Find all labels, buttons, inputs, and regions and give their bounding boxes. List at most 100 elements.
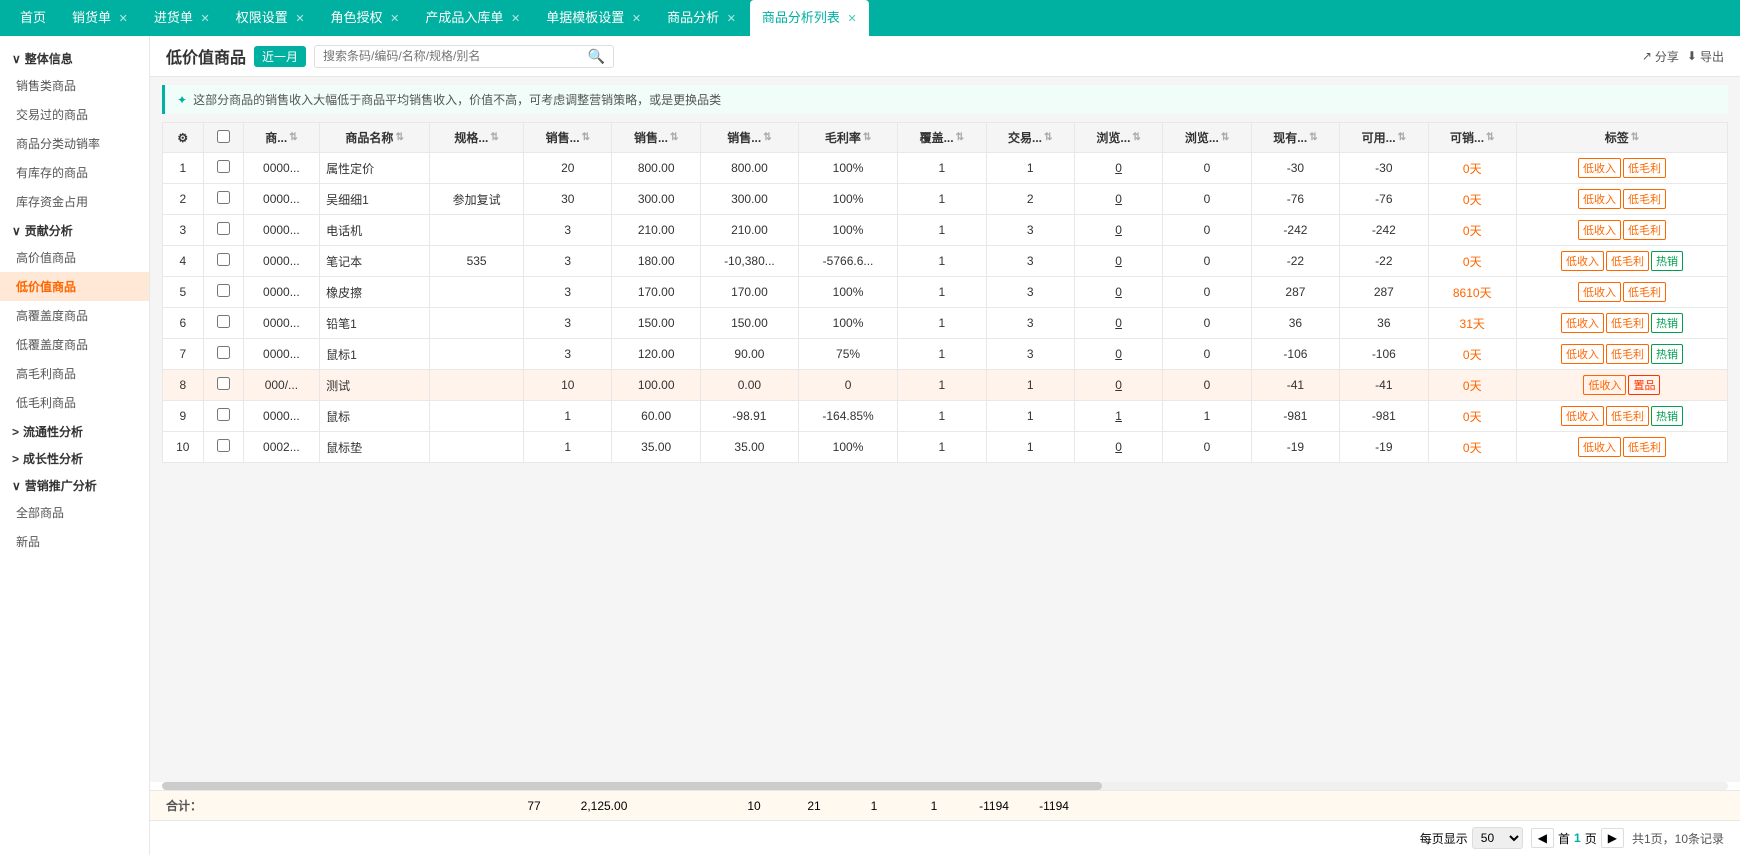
nav-product-analysis[interactable]: 商品分析 ✕ xyxy=(655,0,748,36)
sidebar-group-marketing[interactable]: ∨ 营销推广分析 xyxy=(0,471,149,498)
close-icon[interactable]: ✕ xyxy=(632,13,641,25)
col-browse2[interactable]: 浏览...⇅ xyxy=(1163,123,1251,153)
nav-permission[interactable]: 权限设置 ✕ xyxy=(224,0,317,36)
col-gear[interactable]: ⚙ xyxy=(163,123,204,153)
search-input[interactable] xyxy=(323,49,588,63)
row-check[interactable] xyxy=(217,439,230,452)
col-spec[interactable]: 规格...⇅ xyxy=(430,123,524,153)
row-q7[interactable]: 0 xyxy=(1074,277,1162,308)
nav-template[interactable]: 单据模板设置 ✕ xyxy=(534,0,653,36)
nav-home[interactable]: 首页 xyxy=(8,0,58,36)
row-checkbox[interactable] xyxy=(203,246,243,277)
row-checkbox[interactable] xyxy=(203,401,243,432)
row-checkbox[interactable] xyxy=(203,215,243,246)
row-check[interactable] xyxy=(217,160,230,173)
close-icon[interactable]: ✕ xyxy=(295,13,304,25)
sidebar-item-high-margin[interactable]: 高毛利商品 xyxy=(0,359,149,388)
row-check[interactable] xyxy=(217,253,230,266)
row-check[interactable] xyxy=(217,315,230,328)
row-checkbox[interactable] xyxy=(203,432,243,463)
first-page-btn[interactable]: ◀ xyxy=(1531,828,1554,848)
row-check[interactable] xyxy=(217,377,230,390)
search-icon[interactable]: 🔍 xyxy=(588,48,605,65)
row-checkbox[interactable] xyxy=(203,308,243,339)
sidebar-item-traded[interactable]: 交易过的商品 xyxy=(0,100,149,129)
close-icon[interactable]: ✕ xyxy=(119,13,128,25)
table-container[interactable]: ⚙ 商...⇅ 商品名称⇅ 规格...⇅ 销售...⇅ 销售...⇅ 销售...… xyxy=(150,122,1740,782)
row-checkbox[interactable] xyxy=(203,184,243,215)
sidebar-item-in-stock[interactable]: 有库存的商品 xyxy=(0,158,149,187)
nav-role[interactable]: 角色授权 ✕ xyxy=(319,0,412,36)
close-icon[interactable]: ✕ xyxy=(390,13,399,25)
browse-link[interactable]: 0 xyxy=(1115,440,1122,454)
row-checkbox[interactable] xyxy=(203,153,243,184)
col-check[interactable] xyxy=(203,123,243,153)
row-q7[interactable]: 0 xyxy=(1074,246,1162,277)
browse-link[interactable]: 0 xyxy=(1115,347,1122,361)
row-q7[interactable]: 0 xyxy=(1074,308,1162,339)
col-sales-other[interactable]: 销售...⇅ xyxy=(700,123,798,153)
col-trade[interactable]: 交易...⇅ xyxy=(986,123,1074,153)
row-checkbox[interactable] xyxy=(203,370,243,401)
next-page-btn[interactable]: ▶ xyxy=(1601,828,1624,848)
scrollbar-thumb[interactable] xyxy=(162,782,1102,790)
nav-product-in[interactable]: 产成品入库单 ✕ xyxy=(413,0,532,36)
row-checkbox[interactable] xyxy=(203,277,243,308)
sidebar-item-new-products[interactable]: 新品 xyxy=(0,527,149,556)
row-q7[interactable]: 0 xyxy=(1074,215,1162,246)
row-q7[interactable]: 0 xyxy=(1074,184,1162,215)
col-sales-amt[interactable]: 销售...⇅ xyxy=(612,123,700,153)
row-q7[interactable]: 1 xyxy=(1074,401,1162,432)
export-btn[interactable]: ⬇ 导出 xyxy=(1687,48,1724,65)
browse-link[interactable]: 0 xyxy=(1115,223,1122,237)
per-page-select[interactable]: 50 100 200 xyxy=(1472,827,1523,849)
sidebar-item-sales-products[interactable]: 销售类商品 xyxy=(0,71,149,100)
row-check[interactable] xyxy=(217,408,230,421)
row-checkbox[interactable] xyxy=(203,339,243,370)
gear-icon[interactable]: ⚙ xyxy=(177,131,188,145)
sidebar-item-all-products[interactable]: 全部商品 xyxy=(0,498,149,527)
close-icon[interactable]: ✕ xyxy=(727,13,736,25)
select-all-checkbox[interactable] xyxy=(217,130,230,143)
sidebar-item-high-coverage[interactable]: 高覆盖度商品 xyxy=(0,301,149,330)
row-q7[interactable]: 0 xyxy=(1074,339,1162,370)
col-saleable[interactable]: 可销...⇅ xyxy=(1428,123,1516,153)
sidebar-group-overall[interactable]: ∨ 整体信息 xyxy=(0,44,149,71)
nav-sales[interactable]: 销货单 ✕ xyxy=(60,0,140,36)
sidebar-item-low-margin[interactable]: 低毛利商品 xyxy=(0,388,149,417)
row-check[interactable] xyxy=(217,284,230,297)
browse-link[interactable]: 0 xyxy=(1115,192,1122,206)
row-check[interactable] xyxy=(217,222,230,235)
col-current[interactable]: 现有...⇅ xyxy=(1251,123,1339,153)
sidebar-item-low-value[interactable]: 低价值商品 xyxy=(0,272,149,301)
col-browse1[interactable]: 浏览...⇅ xyxy=(1074,123,1162,153)
share-btn[interactable]: ↗ 分享 xyxy=(1642,48,1679,65)
browse-link[interactable]: 0 xyxy=(1115,378,1122,392)
sidebar-item-category-rate[interactable]: 商品分类动销率 xyxy=(0,129,149,158)
sidebar-item-high-value[interactable]: 高价值商品 xyxy=(0,243,149,272)
col-available[interactable]: 可用...⇅ xyxy=(1340,123,1428,153)
sidebar-item-low-coverage[interactable]: 低覆盖度商品 xyxy=(0,330,149,359)
col-sales-qty[interactable]: 销售...⇅ xyxy=(524,123,612,153)
row-q7[interactable]: 0 xyxy=(1074,370,1162,401)
filter-month-btn[interactable]: 近一月 xyxy=(254,46,306,67)
col-name[interactable]: 商品名称⇅ xyxy=(320,123,430,153)
browse-link[interactable]: 1 xyxy=(1115,409,1122,423)
sidebar-group-contribution[interactable]: ∨ 贡献分析 xyxy=(0,216,149,243)
nav-purchase[interactable]: 进货单 ✕ xyxy=(142,0,222,36)
col-margin[interactable]: 毛利率⇅ xyxy=(798,123,897,153)
browse-link[interactable]: 0 xyxy=(1115,254,1122,268)
browse-link[interactable]: 0 xyxy=(1115,161,1122,175)
browse-link[interactable]: 0 xyxy=(1115,316,1122,330)
nav-product-list[interactable]: 商品分析列表 ✕ xyxy=(750,0,869,36)
sidebar-group-liquidity[interactable]: > 流通性分析 xyxy=(0,417,149,444)
browse-link[interactable]: 0 xyxy=(1115,285,1122,299)
row-q7[interactable]: 0 xyxy=(1074,153,1162,184)
close-icon[interactable]: ✕ xyxy=(511,13,520,25)
row-check[interactable] xyxy=(217,346,230,359)
col-code[interactable]: 商...⇅ xyxy=(243,123,320,153)
col-coverage[interactable]: 覆盖...⇅ xyxy=(898,123,986,153)
col-tags[interactable]: 标签⇅ xyxy=(1516,123,1727,153)
row-q7[interactable]: 0 xyxy=(1074,432,1162,463)
close-icon[interactable]: ✕ xyxy=(200,13,209,25)
